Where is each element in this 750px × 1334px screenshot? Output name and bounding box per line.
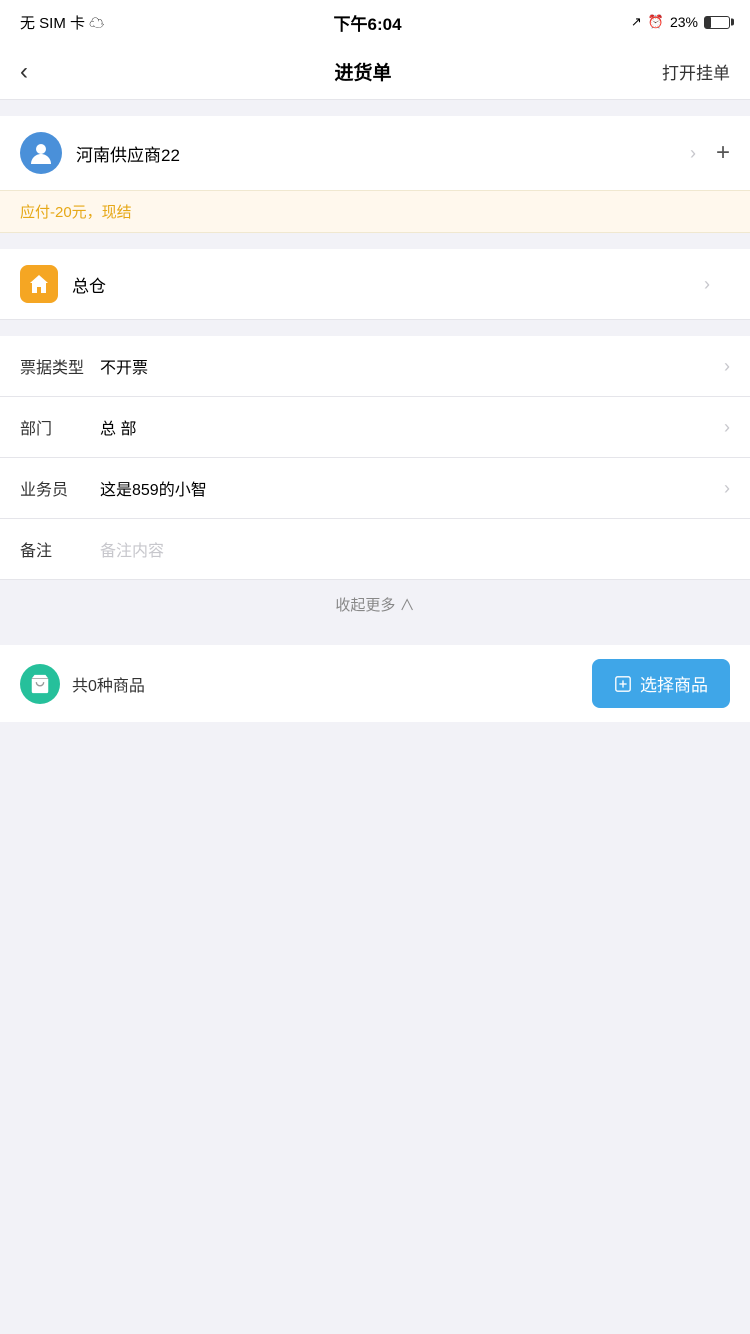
page-title: 进货单 xyxy=(334,58,391,85)
remark-row[interactable]: 备注 备注内容 xyxy=(0,519,750,579)
status-left: 无 SIM 卡 ☁ xyxy=(20,12,104,33)
supplier-section: 河南供应商22 › + 应付-20元，现结 xyxy=(0,116,750,233)
supplier-row[interactable]: 河南供应商22 › + xyxy=(0,116,750,190)
product-icon-wrap xyxy=(20,664,60,704)
open-pending-button[interactable]: 打开挂单 xyxy=(662,59,730,84)
invoice-type-chevron-icon: › xyxy=(724,356,730,377)
status-bar: 无 SIM 卡 ☁ 下午6:04 ↗ ⏰ 23% xyxy=(0,0,750,44)
warehouse-chevron-icon: › xyxy=(704,274,710,295)
salesperson-value: 这是859的小智 xyxy=(100,476,724,500)
alarm-icon: ⏰ xyxy=(648,14,664,30)
warehouse-name: 总仓 xyxy=(72,272,704,297)
remark-label: 备注 xyxy=(20,537,100,561)
gray-fill-area xyxy=(0,722,750,1002)
department-chevron-icon: › xyxy=(724,417,730,438)
status-right: ↗ ⏰ 23% xyxy=(631,14,730,30)
select-product-label: 选择商品 xyxy=(640,671,708,696)
supplier-name: 河南供应商22 xyxy=(76,141,690,166)
salesperson-label: 业务员 xyxy=(20,476,100,500)
salesperson-row[interactable]: 业务员 这是859的小智 › xyxy=(0,458,750,519)
back-button[interactable]: ‹ xyxy=(20,58,64,86)
notice-text: 应付-20元，现结 xyxy=(20,204,132,221)
invoice-type-value: 不开票 xyxy=(100,354,724,378)
collapse-button[interactable]: 收起更多 ∧ xyxy=(0,579,750,629)
supplier-avatar xyxy=(20,132,62,174)
notice-bar: 应付-20元，现结 xyxy=(0,190,750,233)
invoice-type-row[interactable]: 票据类型 不开票 › xyxy=(0,336,750,397)
invoice-type-label: 票据类型 xyxy=(20,354,100,378)
warehouse-row[interactable]: 总仓 › xyxy=(0,249,750,320)
salesperson-chevron-icon: › xyxy=(724,478,730,499)
warehouse-icon-wrap xyxy=(20,265,58,303)
section-gap-4 xyxy=(0,629,750,645)
remark-value[interactable]: 备注内容 xyxy=(100,537,730,561)
department-label: 部门 xyxy=(20,415,100,439)
department-value: 总 部 xyxy=(100,415,724,439)
battery-icon xyxy=(704,16,730,29)
select-product-button[interactable]: 选择商品 xyxy=(592,659,730,708)
section-gap-1 xyxy=(0,100,750,116)
form-section: 票据类型 不开票 › 部门 总 部 › 业务员 这是859的小智 › 备注 备注… xyxy=(0,336,750,579)
sim-signal-label: 无 SIM 卡 ☁ xyxy=(20,12,104,33)
shopping-bag-icon xyxy=(29,673,51,695)
section-gap-2 xyxy=(0,233,750,249)
warehouse-section: 总仓 › xyxy=(0,249,750,320)
select-product-icon xyxy=(614,675,632,693)
product-count-text: 共0种商品 xyxy=(72,672,592,696)
status-time: 下午6:04 xyxy=(334,10,402,35)
bottom-bar: 共0种商品 选择商品 xyxy=(0,645,750,722)
house-icon xyxy=(28,273,50,295)
section-gap-3 xyxy=(0,320,750,336)
supplier-chevron-icon: › xyxy=(690,143,696,164)
person-icon xyxy=(28,140,54,166)
nav-bar: ‹ 进货单 打开挂单 xyxy=(0,44,750,100)
location-icon: ↗ xyxy=(631,14,642,30)
battery-label: 23% xyxy=(670,14,698,30)
add-button[interactable]: + xyxy=(716,139,730,167)
department-row[interactable]: 部门 总 部 › xyxy=(0,397,750,458)
